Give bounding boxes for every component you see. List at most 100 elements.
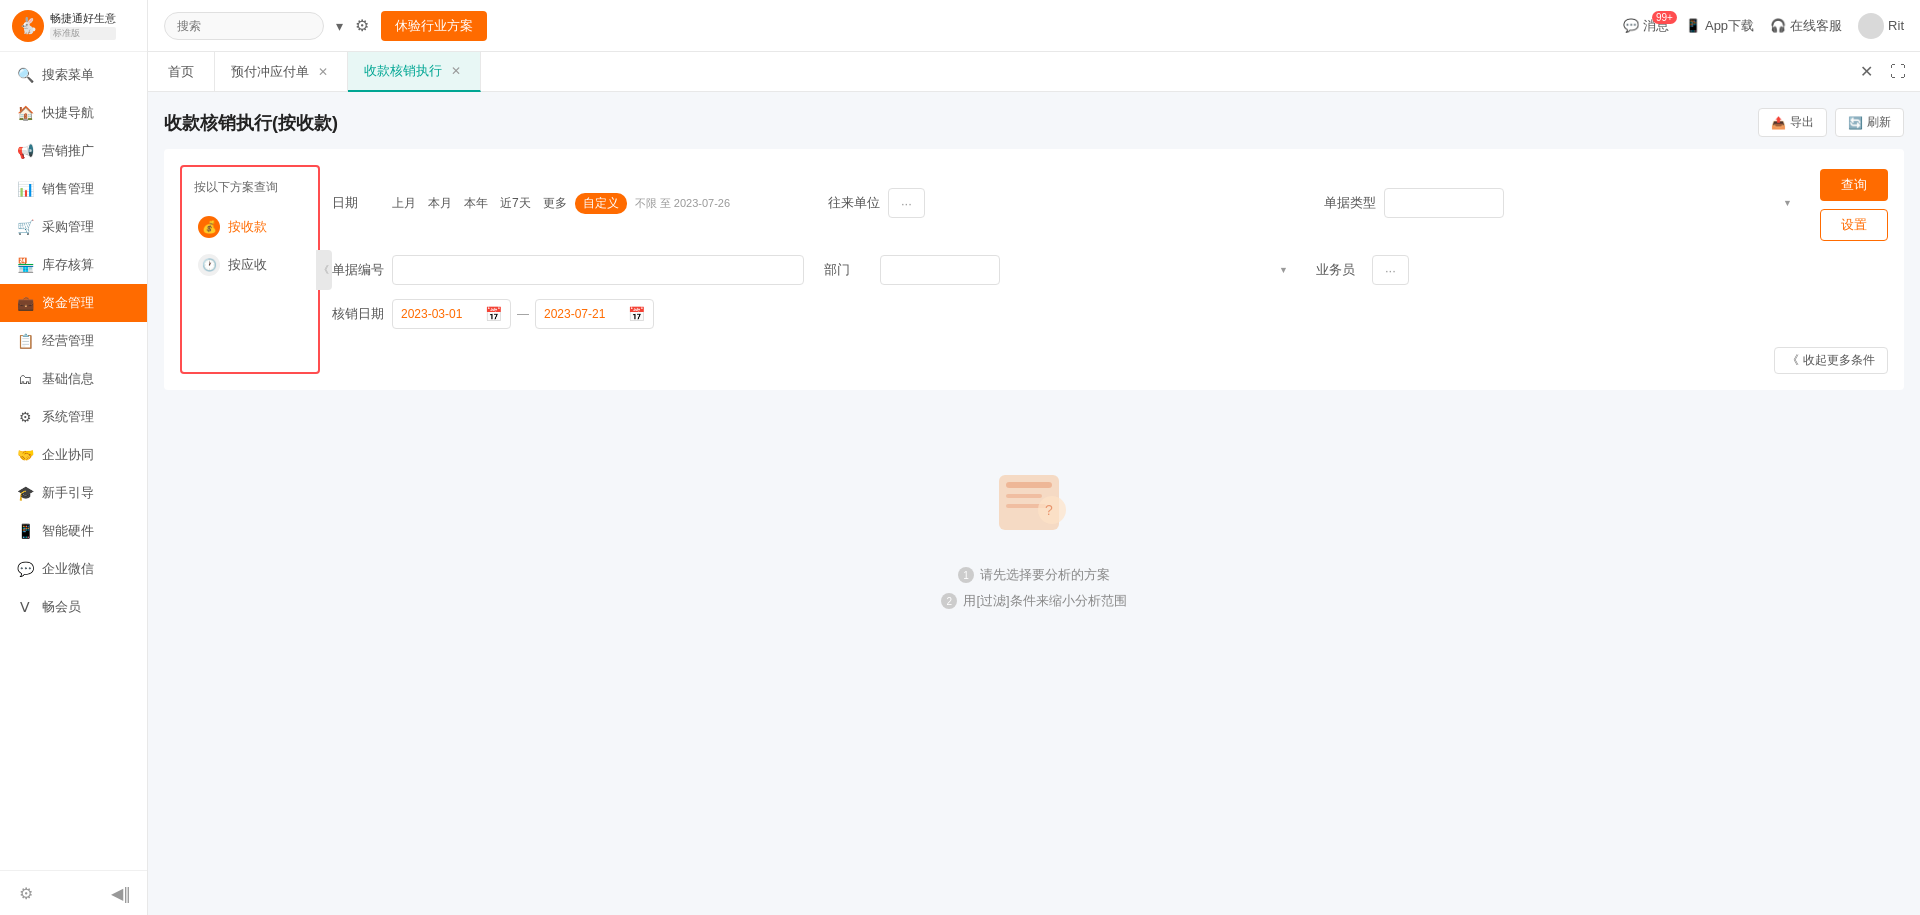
sidebar-item-sales[interactable]: 📊 销售管理 <box>0 170 147 208</box>
salesperson-label: 业务员 <box>1316 261 1364 279</box>
shortcut-icon: 🏠 <box>16 104 34 122</box>
topbar-user[interactable]: Rit <box>1858 13 1904 39</box>
date-limit-text: 不限 至 2023-07-26 <box>635 196 730 211</box>
empty-tip-1-text: 请先选择要分析的方案 <box>980 566 1110 584</box>
writeoff-date-label: 核销日期 <box>332 305 384 323</box>
sidebar-item-guide-label: 新手引导 <box>42 484 94 502</box>
refresh-btn[interactable]: 🔄 刷新 <box>1835 108 1904 137</box>
hardware-icon: 📱 <box>16 522 34 540</box>
svg-text:?: ? <box>1045 502 1053 518</box>
date-shortcut-this-month[interactable]: 本月 <box>424 193 456 214</box>
date-shortcut-last-month[interactable]: 上月 <box>388 193 420 214</box>
writeoff-date-end-input[interactable] <box>544 307 624 321</box>
filter-sidebar-collapse-btn[interactable]: 《 <box>316 250 332 290</box>
filter-actions: 查询 设置 <box>1820 165 1888 241</box>
message-icon: 💬 <box>1623 18 1639 33</box>
department-select-wrapper <box>880 255 1296 285</box>
sidebar-item-finance-label: 资金管理 <box>42 294 94 312</box>
finance-icon: 💼 <box>16 294 34 312</box>
sidebar-item-hardware[interactable]: 📱 智能硬件 <box>0 512 147 550</box>
topbar-search-input[interactable] <box>164 12 324 40</box>
sidebar-item-shortcut[interactable]: 🏠 快捷导航 <box>0 94 147 132</box>
sidebar-item-guide[interactable]: 🎓 新手引导 <box>0 474 147 512</box>
marketing-icon: 📢 <box>16 142 34 160</box>
tab-prepay-close[interactable]: ✕ <box>315 64 331 80</box>
filter-option-by-receivable[interactable]: 🕐 按应收 <box>194 246 306 284</box>
tab-home[interactable]: 首页 <box>148 52 215 92</box>
content-area: 收款核销执行(按收款) 📤 导出 🔄 刷新 按以下方案查询 💰 按收款 <box>148 92 1920 915</box>
tab-prepay-label: 预付冲应付单 <box>231 63 309 81</box>
settings-icon[interactable]: ⚙ <box>12 879 40 907</box>
topbar-message[interactable]: 💬 消息 99+ <box>1623 17 1669 35</box>
sidebar-item-search[interactable]: 🔍 搜索菜单 <box>0 56 147 94</box>
date-shortcut-more[interactable]: 更多 <box>539 193 571 214</box>
sidebar-item-marketing[interactable]: 📢 营销推广 <box>0 132 147 170</box>
filter-row-1: 日期 上月 本月 本年 近7天 更多 自定义 不限 至 2023-07-26 <box>332 165 1888 241</box>
date-shortcut-this-year[interactable]: 本年 <box>460 193 492 214</box>
collapse-sidebar-icon[interactable]: ◀‖ <box>107 879 135 907</box>
sidebar-item-purchase-label: 采购管理 <box>42 218 94 236</box>
sidebar-item-inventory[interactable]: 🏪 库存核算 <box>0 246 147 284</box>
filter-option-by-receipt[interactable]: 💰 按收款 <box>194 208 306 246</box>
empty-tip-2-text: 用[过滤]条件来缩小分析范围 <box>963 592 1126 610</box>
calendar-start-icon[interactable]: 📅 <box>485 306 502 322</box>
svg-rect-2 <box>1006 494 1042 498</box>
filter-group-writeoff-date: 核销日期 📅 — 📅 <box>332 299 1888 329</box>
sidebar-item-basic[interactable]: 🗂 基础信息 <box>0 360 147 398</box>
sidebar-item-enterprise[interactable]: 🤝 企业协同 <box>0 436 147 474</box>
sidebar-item-search-label: 搜索菜单 <box>42 66 94 84</box>
tab-writeoff[interactable]: 收款核销执行 ✕ <box>348 52 481 92</box>
sidebar-item-system[interactable]: ⚙ 系统管理 <box>0 398 147 436</box>
sidebar-footer: ⚙ ◀‖ <box>0 870 147 915</box>
tab-close-btn[interactable]: ✕ <box>1852 58 1880 86</box>
sidebar-item-basic-label: 基础信息 <box>42 370 94 388</box>
settings-btn[interactable]: 设置 <box>1820 209 1888 241</box>
filter-row-2: 单据编号 部门 业务员 ··· <box>332 255 1888 285</box>
tab-expand-btn[interactable]: ⛶ <box>1884 58 1912 86</box>
counterpart-input[interactable]: ··· <box>888 188 925 218</box>
salesperson-input[interactable]: ··· <box>1372 255 1409 285</box>
voucher-no-input[interactable] <box>392 255 804 285</box>
purchase-icon: 🛒 <box>16 218 34 236</box>
sidebar-item-member[interactable]: Ⅴ 畅会员 <box>0 588 147 626</box>
main-area: ▾ ⚙ 休验行业方案 💬 消息 99+ 📱 App下载 🎧 在线客服 Rit <box>148 0 1920 915</box>
message-badge: 99+ <box>1652 11 1677 24</box>
empty-tip-2: 2 用[过滤]条件来缩小分析范围 <box>941 592 1126 610</box>
receivable-icon: 🕐 <box>198 254 220 276</box>
export-btn[interactable]: 📤 导出 <box>1758 108 1827 137</box>
topbar-dropdown-icon[interactable]: ▾ <box>336 18 343 34</box>
filter-group-counterpart: 往来单位 ··· <box>828 188 1304 218</box>
collapse-more-icon: 《 <box>1787 352 1799 369</box>
date-shortcut-custom[interactable]: 自定义 <box>575 193 627 214</box>
department-select[interactable] <box>880 255 1000 285</box>
writeoff-date-end-wrap[interactable]: 📅 <box>535 299 654 329</box>
voucher-type-select[interactable] <box>1384 188 1504 218</box>
user-name: Rit <box>1888 18 1904 33</box>
tab-writeoff-close[interactable]: ✕ <box>448 63 464 79</box>
filter-group-date: 日期 上月 本月 本年 近7天 更多 自定义 不限 至 2023-07-26 <box>332 193 808 214</box>
filter-group-voucher-type: 单据类型 <box>1324 188 1800 218</box>
sidebar-item-member-label: 畅会员 <box>42 598 81 616</box>
topbar-gear-icon[interactable]: ⚙ <box>355 16 369 35</box>
calendar-end-icon[interactable]: 📅 <box>628 306 645 322</box>
topbar-service[interactable]: 🎧 在线客服 <box>1770 17 1842 35</box>
logo-badge: 标准版 <box>50 27 116 41</box>
page-header: 收款核销执行(按收款) 📤 导出 🔄 刷新 <box>164 108 1904 137</box>
query-btn[interactable]: 查询 <box>1820 169 1888 201</box>
sidebar-item-finance[interactable]: 💼 资金管理 <box>0 284 147 322</box>
sidebar-item-purchase[interactable]: 🛒 采购管理 <box>0 208 147 246</box>
sidebar-item-wechat[interactable]: 💬 企业微信 <box>0 550 147 588</box>
industry-btn[interactable]: 休验行业方案 <box>381 11 487 41</box>
topbar-app-download[interactable]: 📱 App下载 <box>1685 17 1754 35</box>
tab-prepay[interactable]: 预付冲应付单 ✕ <box>215 52 348 92</box>
collapse-more-btn[interactable]: 《 收起更多条件 <box>1774 347 1888 374</box>
topbar-right: 💬 消息 99+ 📱 App下载 🎧 在线客服 Rit <box>1623 13 1904 39</box>
writeoff-date-start-wrap[interactable]: 📅 <box>392 299 511 329</box>
date-shortcut-7days[interactable]: 近7天 <box>496 193 535 214</box>
writeoff-date-start-input[interactable] <box>401 307 481 321</box>
sidebar-item-management[interactable]: 📋 经营管理 <box>0 322 147 360</box>
tab-home-label: 首页 <box>168 63 194 81</box>
enterprise-icon: 🤝 <box>16 446 34 464</box>
voucher-no-label: 单据编号 <box>332 261 384 279</box>
member-icon: Ⅴ <box>16 598 34 616</box>
